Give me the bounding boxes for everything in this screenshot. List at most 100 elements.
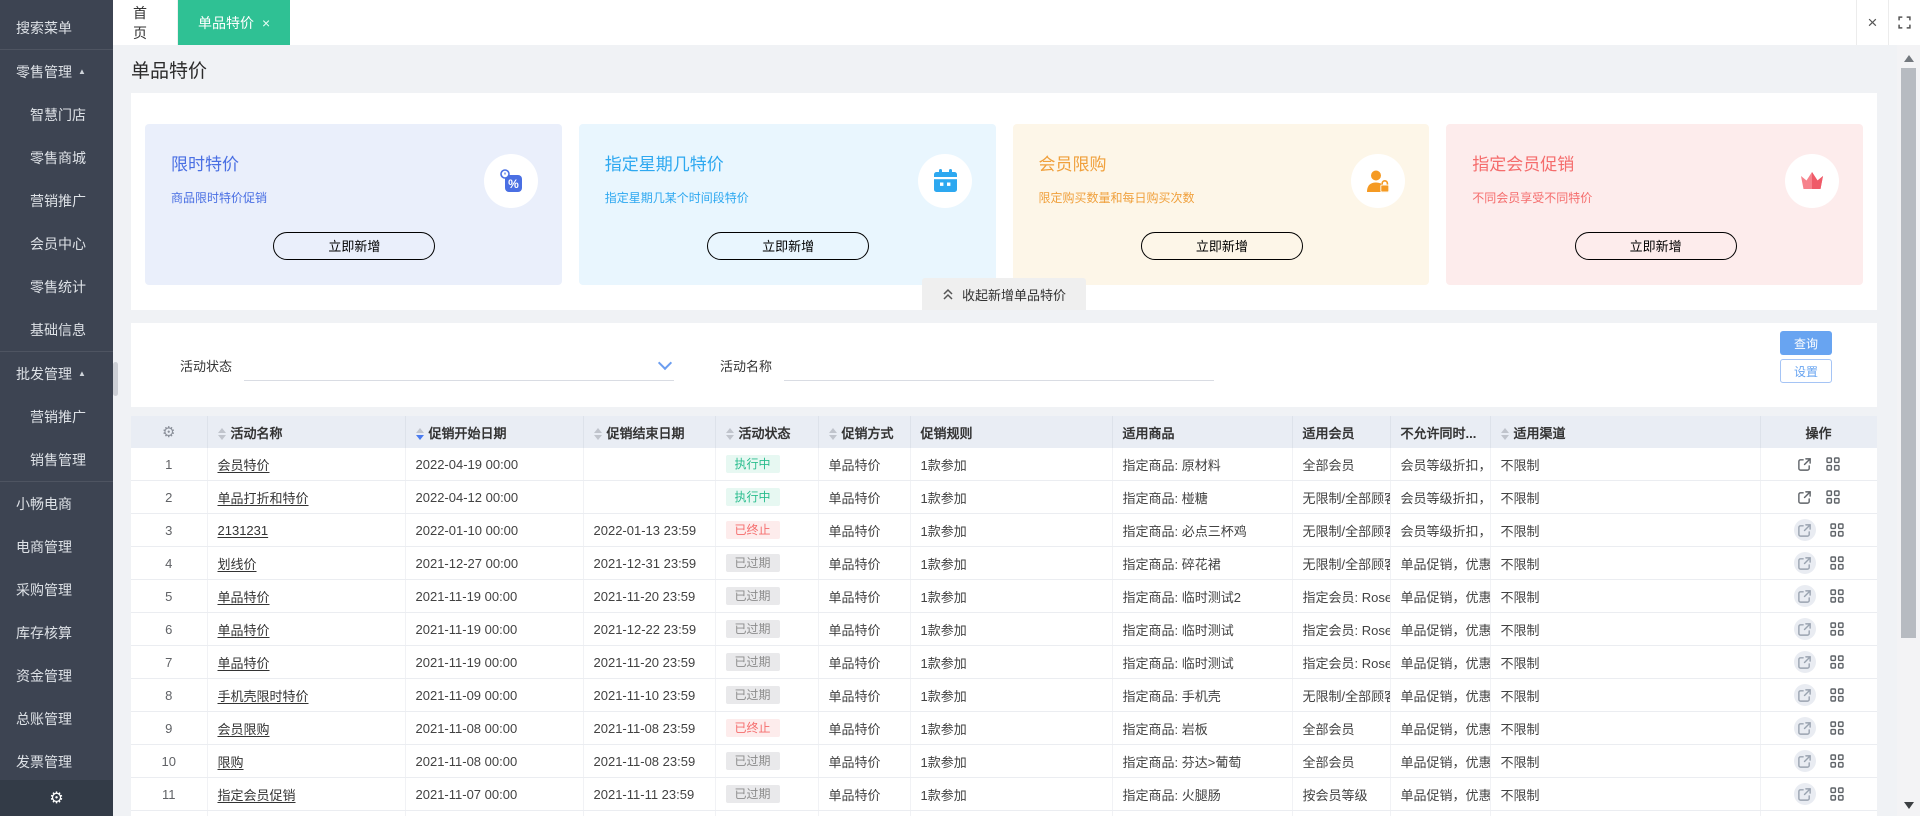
end-date-cell: 2021-11-20 23:59: [583, 645, 716, 679]
activity-name-link[interactable]: 划线价: [218, 557, 257, 572]
column-header-settings[interactable]: ⚙: [131, 416, 208, 448]
channel-cell: 不限制: [1490, 645, 1761, 679]
vertical-scrollbar[interactable]: [1897, 45, 1920, 816]
tab-home[interactable]: 首页: [113, 0, 178, 45]
grid-apps-icon[interactable]: [1829, 556, 1844, 570]
name-filter-input[interactable]: [784, 349, 1219, 382]
sidebar-item-电商管理[interactable]: 电商管理: [0, 525, 113, 568]
fullscreen-button[interactable]: [1888, 0, 1920, 45]
export-icon[interactable]: [1793, 684, 1816, 706]
promo-card-指定会员促销: 指定会员促销 不同会员享受不同特价 立即新增: [1446, 124, 1863, 285]
activity-name-link[interactable]: 手机壳限时特价: [218, 689, 309, 704]
sidebar-item-资金管理[interactable]: 资金管理: [0, 654, 113, 697]
scrollbar-thumb[interactable]: [1901, 68, 1916, 638]
sidebar-item-搜索菜单[interactable]: 搜索菜单: [0, 6, 113, 49]
sidebar-item-零售管理[interactable]: 零售管理 ▲: [0, 50, 113, 93]
sidebar-item-智慧门店[interactable]: 智慧门店: [0, 93, 113, 136]
status-badge: 已过期: [725, 554, 780, 572]
channel-cell: 不限制: [1490, 448, 1761, 481]
activity-name-link[interactable]: 2131231: [218, 523, 269, 538]
status-badge: 已终止: [725, 719, 780, 737]
scroll-up-button[interactable]: [1897, 50, 1920, 66]
grid-apps-icon[interactable]: [1829, 787, 1844, 801]
sidebar-item-批发管理[interactable]: 批发管理 ▲: [0, 352, 113, 395]
add-now-button[interactable]: 立即新增: [707, 232, 870, 260]
ops-buttons: [1761, 514, 1877, 546]
status-badge: 执行中: [725, 488, 780, 506]
sidebar-footer[interactable]: ⚙: [0, 780, 113, 816]
sidebar-item-基础信息[interactable]: 基础信息: [0, 308, 113, 351]
gear-icon[interactable]: ⚙: [162, 424, 175, 441]
grid-apps-icon[interactable]: [1826, 457, 1840, 471]
grid-apps-icon[interactable]: [1829, 523, 1844, 537]
grid-apps-icon[interactable]: [1826, 490, 1840, 504]
close-tabs-button[interactable]: ×: [1856, 0, 1888, 45]
add-now-button[interactable]: 立即新增: [1140, 232, 1303, 260]
activity-name-link[interactable]: 单品特价: [218, 656, 270, 671]
activity-name-link[interactable]: 单品特价: [218, 590, 270, 605]
activity-name-link[interactable]: 限购: [218, 755, 244, 770]
sidebar-item-零售统计[interactable]: 零售统计: [0, 265, 113, 308]
grid-apps-icon[interactable]: [1829, 754, 1844, 768]
tab-close-icon[interactable]: ×: [262, 15, 270, 31]
sidebar-item-营销推广[interactable]: 营销推广: [0, 179, 113, 222]
activity-name-link[interactable]: 指定会员促销: [218, 788, 296, 803]
activity-name-link[interactable]: 单品特价: [218, 623, 270, 638]
grid-apps-icon[interactable]: [1829, 721, 1844, 735]
export-icon[interactable]: [1793, 651, 1816, 673]
sidebar-item-总账管理[interactable]: 总账管理: [0, 697, 113, 740]
export-icon[interactable]: [1793, 618, 1816, 640]
sidebar-item-库存核算[interactable]: 库存核算: [0, 611, 113, 654]
sidebar-item-小畅电商[interactable]: 小畅电商: [0, 482, 113, 525]
status-filter-select[interactable]: [244, 350, 675, 381]
add-now-button[interactable]: 立即新增: [1574, 232, 1737, 260]
column-header-status[interactable]: 活动状态: [715, 416, 819, 448]
sidebar-item-label: 零售统计: [30, 278, 86, 295]
export-icon[interactable]: [1793, 783, 1816, 805]
method-cell: 单品特价: [818, 678, 911, 712]
sidebar-item-销售管理[interactable]: 销售管理: [0, 438, 113, 481]
grid-apps-icon[interactable]: [1829, 688, 1844, 702]
sidebar-item-零售商城[interactable]: 零售商城: [0, 136, 113, 179]
members-cell: 指定会员: Rose: [1292, 579, 1391, 613]
column-header-method[interactable]: 促销方式: [818, 416, 911, 448]
scroll-down-button[interactable]: [1897, 797, 1920, 813]
export-icon[interactable]: [1793, 717, 1816, 739]
activity-name-link[interactable]: 单品打折和特价: [218, 491, 309, 506]
export-icon[interactable]: [1797, 490, 1812, 505]
sidebar-item-营销推广[interactable]: 营销推广: [0, 395, 113, 438]
sidebar-item-label: 营销推广: [30, 408, 86, 425]
export-icon[interactable]: [1793, 552, 1816, 574]
name-filter-field[interactable]: [784, 349, 1219, 382]
search-button[interactable]: 查询: [1780, 331, 1832, 355]
tab-single-item-special[interactable]: 单品特价 ×: [178, 0, 291, 45]
column-header-name[interactable]: 活动名称: [207, 416, 406, 448]
add-now-button[interactable]: 立即新增: [273, 232, 436, 260]
column-header-channel[interactable]: 适用渠道: [1490, 416, 1761, 448]
activity-name-cell: 432: [207, 810, 406, 816]
export-icon[interactable]: [1793, 519, 1816, 541]
ops-cell: [1760, 711, 1877, 745]
settings-gear-icon[interactable]: ⚙: [49, 788, 63, 808]
goods-cell: 指定商品: 椪糖: [1112, 480, 1293, 514]
settings-button[interactable]: 设置: [1780, 359, 1832, 383]
goods-cell: 指定商品: 手机壳: [1112, 678, 1293, 712]
column-header-end[interactable]: 促销结束日期: [583, 416, 716, 448]
grid-apps-icon[interactable]: [1829, 655, 1844, 669]
sidebar-item-采购管理[interactable]: 采购管理: [0, 568, 113, 611]
column-header-start[interactable]: 促销开始日期: [405, 416, 584, 448]
activity-name-link[interactable]: 会员限购: [218, 722, 270, 737]
sidebar-item-会员中心[interactable]: 会员中心: [0, 222, 113, 265]
ops-cell: [1760, 777, 1877, 811]
goods-cell: 指定商品: 临时测试2: [1112, 579, 1293, 613]
activity-name-link[interactable]: 会员特价: [218, 458, 270, 473]
grid-apps-icon[interactable]: [1829, 589, 1844, 603]
sidebar-scrollbar-thumb[interactable]: [113, 362, 118, 396]
collapse-new-promos-button[interactable]: 收起新增单品特价: [921, 278, 1087, 310]
grid-apps-icon[interactable]: [1829, 622, 1844, 636]
sidebar-item-发票管理[interactable]: 发票管理: [0, 740, 113, 783]
export-icon[interactable]: [1793, 585, 1816, 607]
column-header-label: 适用会员: [1302, 425, 1355, 441]
export-icon[interactable]: [1797, 457, 1812, 472]
export-icon[interactable]: [1793, 750, 1816, 772]
